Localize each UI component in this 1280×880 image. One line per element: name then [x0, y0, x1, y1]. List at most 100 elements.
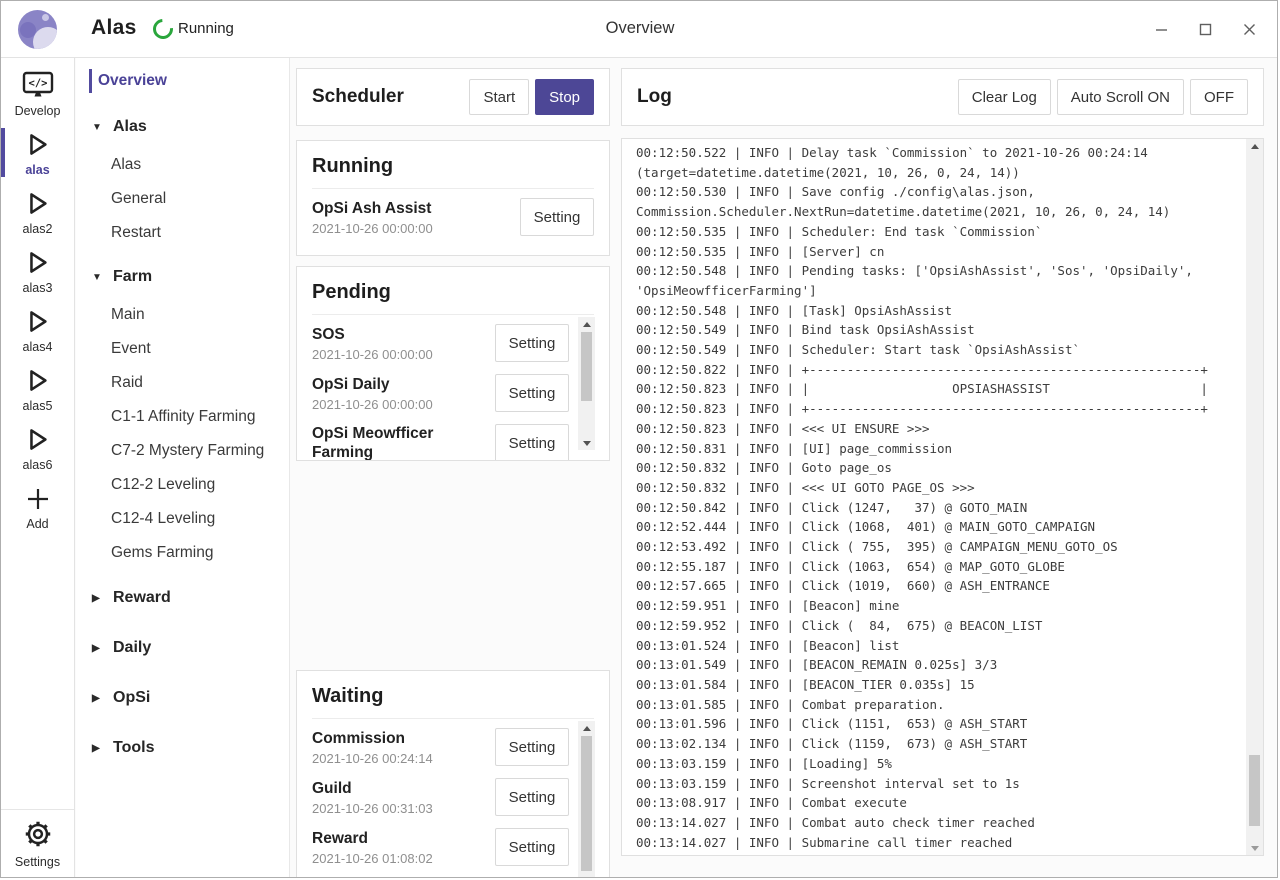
- rail-item-add[interactable]: Add: [1, 477, 74, 536]
- play-icon: [23, 306, 52, 338]
- scroll-down-icon[interactable]: [578, 436, 595, 450]
- nav-item-label: C12-2 Leveling: [111, 476, 215, 494]
- pending-scrollbar[interactable]: [578, 317, 595, 450]
- scroll-up-icon[interactable]: [578, 721, 595, 735]
- nav-item-label: Alas: [111, 156, 141, 174]
- setting-button[interactable]: Setting: [495, 424, 569, 461]
- expand-marker-icon: ▼: [92, 272, 105, 283]
- instance-rail: </> Develop alas alas2 alas3: [1, 58, 75, 877]
- rail-item-label: alas4: [23, 340, 53, 354]
- nav-item-general[interactable]: General: [76, 182, 289, 216]
- nav-item-daily[interactable]: ▶ Daily: [76, 626, 289, 670]
- task-row: Commission 2021-10-26 00:24:14 Setting: [312, 723, 569, 771]
- scrollbar-thumb[interactable]: [581, 332, 592, 401]
- rail-item-alas2[interactable]: alas2: [1, 182, 74, 241]
- task-name: Commission: [312, 729, 490, 748]
- scroll-up-icon[interactable]: [578, 317, 595, 331]
- nav-item-label: General: [111, 190, 166, 208]
- nav-item-alas[interactable]: ▼ Alas: [76, 106, 289, 148]
- expand-marker-icon: ▶: [92, 743, 105, 754]
- nav-item-c12-2-leveling[interactable]: C12-2 Leveling: [76, 468, 289, 502]
- waiting-panel: Waiting Commission 2021-10-26 00:24:14 S…: [296, 670, 610, 878]
- minimize-button[interactable]: [1139, 7, 1183, 51]
- nav-item-reward[interactable]: ▶ Reward: [76, 576, 289, 620]
- nav-item-gems-farming[interactable]: Gems Farming: [76, 536, 289, 570]
- nav-item-alas[interactable]: Alas: [76, 148, 289, 182]
- scroll-down-icon[interactable]: [1246, 841, 1263, 855]
- auto-scroll-on-button[interactable]: Auto Scroll ON: [1057, 79, 1184, 115]
- expand-marker-icon: ▶: [92, 693, 105, 704]
- nav-item-label: Alas: [113, 118, 147, 136]
- nav-item-label: Gems Farming: [111, 544, 214, 562]
- task-nav: Overview ▼ Alas Alas General: [76, 58, 290, 877]
- task-name: SOS: [312, 325, 490, 344]
- rail-item-label: alas: [25, 163, 49, 177]
- nav-item-event[interactable]: Event: [76, 332, 289, 366]
- scrollbar-thumb[interactable]: [581, 736, 592, 871]
- task-next-run-time: 2021-10-26 01:08:02: [312, 851, 490, 866]
- nav-item-restart[interactable]: Restart: [76, 216, 289, 250]
- nav-item-c12-4-leveling[interactable]: C12-4 Leveling: [76, 502, 289, 536]
- start-button[interactable]: Start: [469, 79, 529, 115]
- log-panel-header: Log Clear Log Auto Scroll ON OFF: [621, 68, 1264, 126]
- rail-item-alas6[interactable]: alas6: [1, 418, 74, 477]
- log-output[interactable]: 00:12:50.522 | INFO | Delay task `Commis…: [622, 139, 1227, 852]
- setting-button[interactable]: Setting: [495, 374, 569, 412]
- stop-button[interactable]: Stop: [535, 79, 594, 115]
- log-scrollbar[interactable]: [1246, 139, 1263, 855]
- task-name: OpSi Daily: [312, 375, 490, 394]
- task-row: Reward 2021-10-26 01:08:02 Setting: [312, 823, 569, 871]
- code-monitor-icon: </>: [20, 70, 56, 102]
- rail-item-develop[interactable]: </> Develop: [1, 64, 74, 123]
- maximize-button[interactable]: [1183, 7, 1227, 51]
- nav-item-label: OpSi: [113, 689, 150, 707]
- setting-button[interactable]: Setting: [495, 778, 569, 816]
- clear-log-button[interactable]: Clear Log: [958, 79, 1051, 115]
- log-title: Log: [637, 86, 672, 108]
- rail-item-alas5[interactable]: alas5: [1, 359, 74, 418]
- scheduler-title: Scheduler: [312, 86, 404, 108]
- titlebar: Alas Running Overview: [1, 1, 1278, 58]
- nav-item-raid[interactable]: Raid: [76, 366, 289, 400]
- nav-item-label: Raid: [111, 374, 143, 392]
- scroll-up-icon[interactable]: [1246, 139, 1263, 153]
- nav-item-label: Reward: [113, 589, 171, 607]
- play-icon: [23, 129, 52, 161]
- nav-item-label: Overview: [98, 72, 167, 90]
- close-button[interactable]: [1227, 7, 1271, 51]
- rail-item-label: Add: [26, 517, 48, 531]
- nav-item-farm[interactable]: ▼ Farm: [76, 256, 289, 298]
- task-next-run-time: 2021-10-26 00:31:03: [312, 801, 490, 816]
- waiting-scrollbar[interactable]: [578, 721, 595, 878]
- pending-title: Pending: [297, 267, 609, 314]
- task-row: SOS 2021-10-26 00:00:00 Setting: [312, 319, 569, 367]
- nav-item-c1-1-affinity-farming[interactable]: C1-1 Affinity Farming: [76, 400, 289, 434]
- running-title: Running: [297, 141, 609, 188]
- nav-item-overview[interactable]: Overview: [76, 62, 289, 100]
- expand-marker-icon: ▼: [92, 122, 105, 133]
- task-row: OpSi Ash Assist 2021-10-26 00:00:00 Sett…: [312, 193, 594, 241]
- rail-item-label: alas2: [23, 222, 53, 236]
- nav-item-label: Tools: [113, 739, 154, 757]
- setting-button[interactable]: Setting: [520, 198, 594, 236]
- auto-scroll-off-button[interactable]: OFF: [1190, 79, 1248, 115]
- task-name: OpSi Meowfficer Farming: [312, 424, 490, 461]
- setting-button[interactable]: Setting: [495, 828, 569, 866]
- nav-item-opsi[interactable]: ▶ OpSi: [76, 676, 289, 720]
- nav-item-tools[interactable]: ▶ Tools: [76, 726, 289, 770]
- scrollbar-thumb[interactable]: [1249, 755, 1260, 827]
- rail-item-label: alas5: [23, 399, 53, 413]
- waiting-title: Waiting: [297, 671, 609, 718]
- nav-item-label: Farm: [113, 268, 152, 286]
- setting-button[interactable]: Setting: [495, 728, 569, 766]
- rail-item-alas3[interactable]: alas3: [1, 241, 74, 300]
- rail-item-alas4[interactable]: alas4: [1, 300, 74, 359]
- rail-item-alas[interactable]: alas: [1, 123, 74, 182]
- settings-button[interactable]: Settings: [1, 809, 74, 877]
- setting-button[interactable]: Setting: [495, 324, 569, 362]
- nav-item-main[interactable]: Main: [76, 298, 289, 332]
- task-row: Guild 2021-10-26 00:31:03 Setting: [312, 773, 569, 821]
- nav-item-label: C12-4 Leveling: [111, 510, 215, 528]
- nav-item-c7-2-mystery-farming[interactable]: C7-2 Mystery Farming: [76, 434, 289, 468]
- task-row: Research 2021-10-26 02:16:02 Setting: [312, 873, 569, 878]
